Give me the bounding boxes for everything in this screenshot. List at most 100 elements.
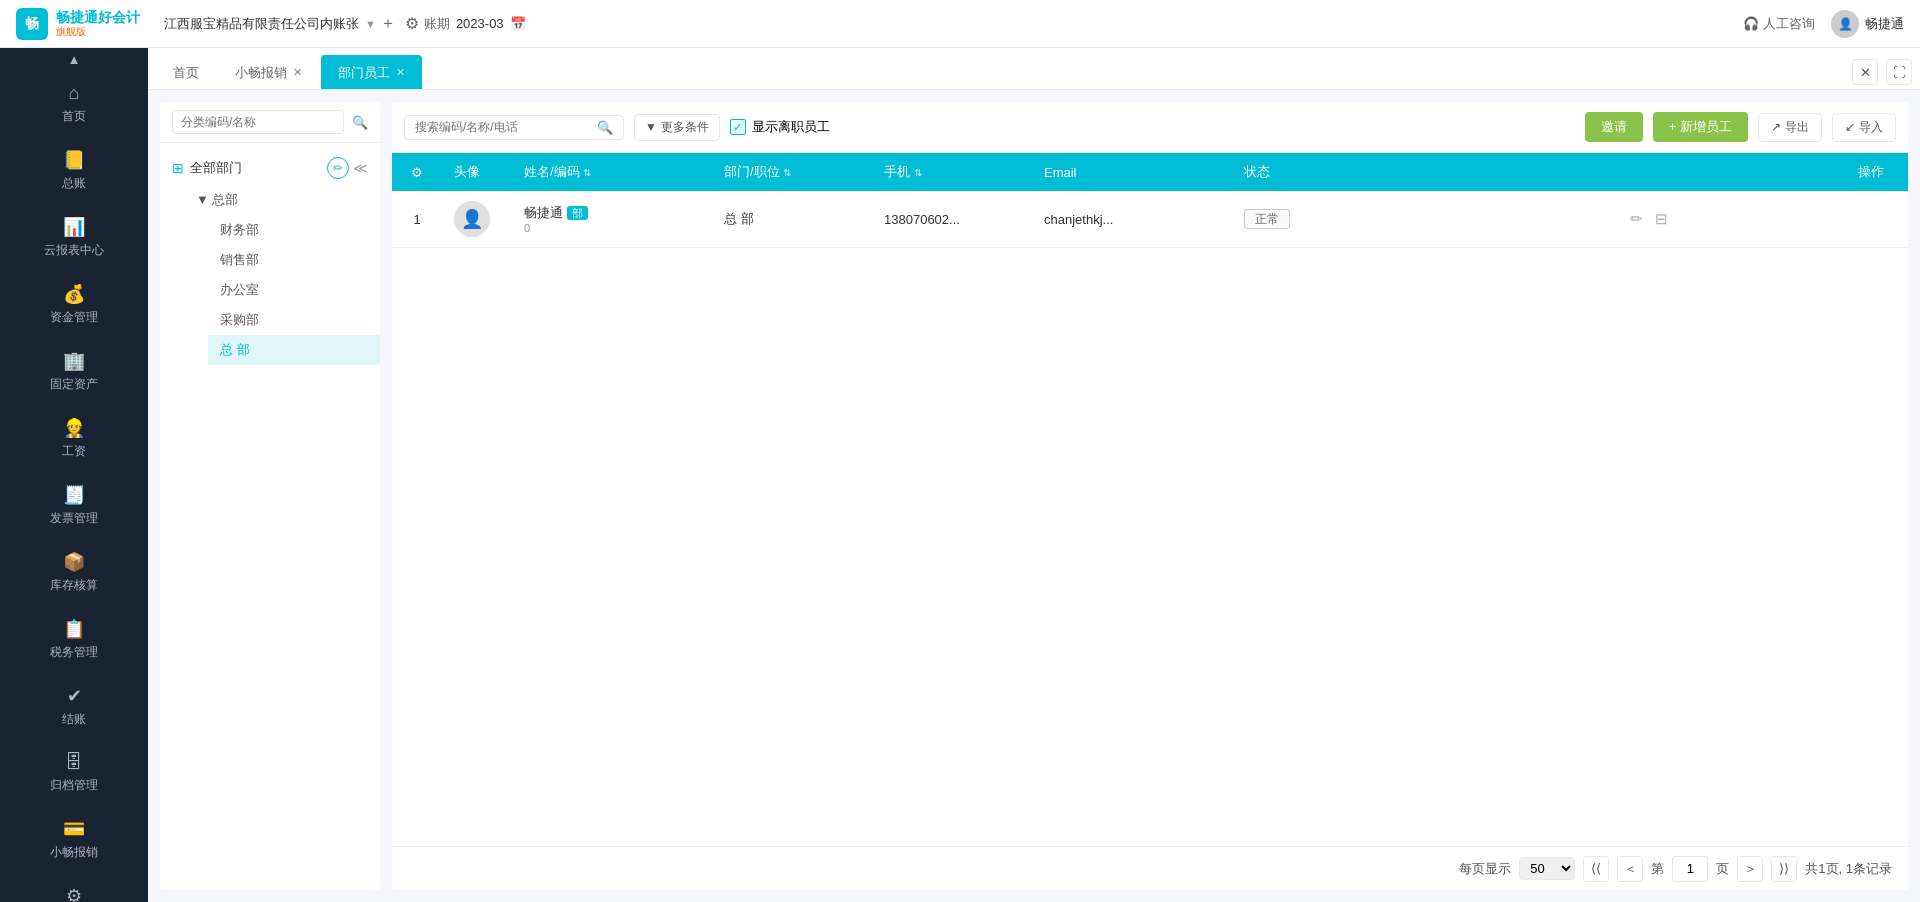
sidebar-scroll-up[interactable]: ▲ [0,48,148,71]
dept-search-icon[interactable]: 🔍 [352,115,368,130]
employee-name: 畅捷通 部 [524,204,700,222]
dept-sub-children: 财务部 销售部 办公室 采购部 总 部 [208,215,380,365]
sidebar-label-archive: 归档管理 [50,777,98,794]
archive-icon: 🗄 [65,752,83,773]
col-status: 状态 [1232,153,1618,191]
filter-label: 更多条件 [661,119,709,136]
page-number-input[interactable] [1672,856,1708,882]
add-button[interactable]: ＋ [376,12,400,36]
logout-employee-icon[interactable]: ⊟ [1655,210,1668,228]
add-employee-label: + 新增员工 [1669,118,1732,136]
dept-search-input[interactable] [172,110,344,134]
consult-button[interactable]: 🎧 人工咨询 [1743,15,1815,33]
tab-employees[interactable]: 部门员工 ✕ [321,55,422,89]
employee-table-wrap: ⚙ 头像 姓名/编码 ⇅ 部门/职位 ⇅ [392,153,1908,846]
period-label: 账期 [424,15,450,33]
last-page-button[interactable]: ⟩⟩ [1771,856,1797,882]
sidebar-item-reports[interactable]: 📊 云报表中心 [0,204,148,271]
dept-item-finance[interactable]: 财务部 [208,215,380,245]
employee-search-input[interactable] [415,120,591,134]
filter-button[interactable]: ▼ 更多条件 [634,114,720,141]
sidebar-item-basic[interactable]: ⚙ 基础设置 [0,873,148,902]
dept-item-head[interactable]: 总 部 [208,335,380,365]
sidebar-item-settlement[interactable]: ✔ 结账 [0,673,148,740]
col-dept[interactable]: 部门/职位 ⇅ [712,153,872,191]
close-tab-button[interactable]: ✕ [1852,59,1878,85]
dept-item-purchase[interactable]: 采购部 [208,305,380,335]
show-resigned-checkbox[interactable]: ✓ [730,119,746,135]
collapse-dept-button[interactable]: ≪ [353,160,368,176]
expand-tab-button[interactable]: ⛶ [1886,59,1912,85]
first-page-button[interactable]: ⟨⟨ [1583,856,1609,882]
tab-employees-close[interactable]: ✕ [396,66,405,79]
prev-page-button[interactable]: ＜ [1617,856,1643,882]
invite-button[interactable]: 邀请 [1585,112,1643,142]
col-dept-label: 部门/职位 [724,164,780,179]
sidebar-item-assets[interactable]: 🏢 固定资产 [0,338,148,405]
sidebar-item-payroll[interactable]: 👷 工资 [0,405,148,472]
import-button[interactable]: ↙ 导入 [1832,113,1896,142]
edit-dept-button[interactable]: ✏ [327,157,349,179]
page-content: 🔍 ⊞ 全部部门 ✏ ≪ ▼ 总部 财务部 [148,90,1920,902]
headset-icon: 🎧 [1743,16,1759,31]
sidebar-label-invoice: 发票管理 [50,510,98,527]
col-settings[interactable]: ⚙ [392,153,442,191]
employee-dept-tag: 部 [567,206,588,220]
dept-item-sales[interactable]: 销售部 [208,245,380,275]
sidebar-item-tax[interactable]: 📋 税务管理 [0,606,148,673]
row-actions: ✏ ⊟ [1618,191,1908,248]
tabs-bar: 首页 小畅报销 ✕ 部门员工 ✕ ✕ ⛶ [148,48,1920,90]
status-badge: 正常 [1244,209,1290,229]
total-records-label: 共1页, 1条记录 [1805,860,1892,878]
user-info[interactable]: 👤 畅捷通 [1831,10,1904,38]
sidebar-item-inventory[interactable]: 📦 库存核算 [0,539,148,606]
company-selector[interactable]: 江西服宝精品有限责任公司内账张 ▼ [164,15,376,33]
basic-icon: ⚙ [66,885,82,902]
col-name[interactable]: 姓名/编码 ⇅ [512,153,712,191]
tab-expense-close[interactable]: ✕ [293,66,302,79]
employee-code: 0 [524,222,700,234]
add-employee-button[interactable]: + 新增员工 [1653,112,1748,142]
dept-tree: ⊞ 全部部门 ✏ ≪ ▼ 总部 财务部 销售部 办公室 采购部 [160,143,380,890]
calendar-icon[interactable]: 📅 [510,16,526,31]
col-avatar: 头像 [442,153,512,191]
dept-children: ▼ 总部 财务部 销售部 办公室 采购部 总 部 [184,185,380,365]
table-row: 1 👤 畅捷通 部 0 [392,191,1908,248]
left-panel: 🔍 ⊞ 全部部门 ✏ ≪ ▼ 总部 财务部 [160,102,380,890]
show-resigned-wrap[interactable]: ✓ 显示离职员工 [730,118,830,136]
all-dept-header[interactable]: ⊞ 全部部门 ✏ ≪ [160,151,380,185]
show-resigned-label: 显示离职员工 [752,118,830,136]
employee-search-wrap: 🔍 [404,115,624,140]
edit-employee-icon[interactable]: ✏ [1630,210,1643,228]
tab-home[interactable]: 首页 [156,55,216,89]
sidebar-item-ledger[interactable]: 📒 总账 [0,137,148,204]
sidebar-item-expense[interactable]: 💳 小畅报销 [0,806,148,873]
settings-button[interactable]: ⚙ [400,12,424,36]
sidebar-label-payroll: 工资 [62,443,86,460]
app-edition: 旗舰版 [56,26,140,38]
reports-icon: 📊 [63,216,85,238]
company-name: 江西服宝精品有限责任公司内账张 [164,15,359,33]
pagination-bar: 每页显示 50 10 20 100 ⟨⟨ ＜ 第 页 ＞ ⟩⟩ 共1页, 1条记… [392,846,1908,890]
sidebar-item-invoice[interactable]: 🧾 发票管理 [0,472,148,539]
tab-expense[interactable]: 小畅报销 ✕ [218,55,319,89]
sidebar: ▲ ⌂ 首页 📒 总账 📊 云报表中心 💰 资金管理 🏢 固定资产 👷 工资 🧾… [0,48,148,902]
table-header: ⚙ 头像 姓名/编码 ⇅ 部门/职位 ⇅ [392,153,1908,191]
dept-header-actions: ✏ ≪ [327,157,368,179]
tax-icon: 📋 [63,618,85,640]
sidebar-item-funds[interactable]: 💰 资金管理 [0,271,148,338]
logo-text: 畅捷通好会计 旗舰版 [56,9,140,38]
settlement-icon: ✔ [67,685,82,707]
export-button[interactable]: ↗ 导出 [1758,113,1822,142]
per-page-label: 每页显示 [1459,860,1511,878]
sidebar-item-archive[interactable]: 🗄 归档管理 [0,740,148,806]
col-phone[interactable]: 手机 ⇅ [872,153,1032,191]
next-page-button[interactable]: ＞ [1737,856,1763,882]
per-page-select[interactable]: 50 10 20 100 [1519,857,1575,880]
dept-item-office[interactable]: 办公室 [208,275,380,305]
sidebar-item-home[interactable]: ⌂ 首页 [0,71,148,137]
dept-item-general[interactable]: ▼ 总部 [184,185,380,215]
employee-table: ⚙ 头像 姓名/编码 ⇅ 部门/职位 ⇅ [392,153,1908,248]
sidebar-label-assets: 固定资产 [50,376,98,393]
payroll-icon: 👷 [63,417,85,439]
